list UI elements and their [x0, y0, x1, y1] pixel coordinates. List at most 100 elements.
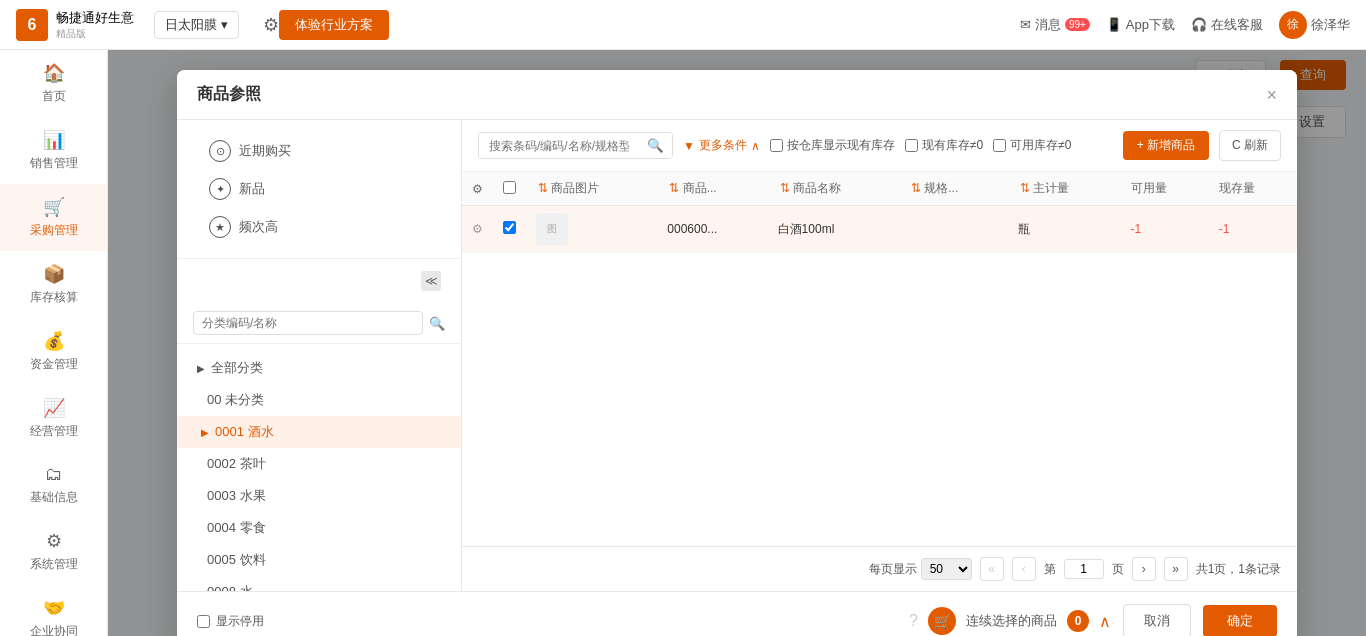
stock-nonzero-checkbox[interactable] [905, 139, 918, 152]
sidebar-item-basic-info[interactable]: 🗂 基础信息 [0, 452, 107, 518]
quick-new-product[interactable]: ✦ 新品 [193, 170, 445, 208]
message-label: 消息 [1035, 16, 1061, 34]
sidebar-item-finance[interactable]: 💰 资金管理 [0, 318, 107, 385]
collapse-cart-button[interactable]: ∧ [1099, 612, 1111, 631]
confirm-button[interactable]: 确定 [1203, 605, 1277, 636]
warehouse-stock-checkbox[interactable] [770, 139, 783, 152]
category-label: 0002 茶叶 [207, 455, 266, 473]
sidebar-item-operations[interactable]: 📈 经营管理 [0, 385, 107, 452]
td-gear[interactable]: ⚙ [462, 206, 493, 253]
freq-icon: ★ [209, 216, 231, 238]
nav-selector[interactable]: 日太阳膜 ▾ [154, 11, 239, 39]
product-search-input[interactable] [479, 134, 639, 158]
th-stock: 现存量 [1209, 172, 1297, 206]
sidebar-item-inventory[interactable]: 📦 库存核算 [0, 251, 107, 318]
phone-icon: 📱 [1106, 17, 1122, 32]
row-checkbox[interactable] [503, 221, 516, 234]
product-table-wrap: ⚙ ⇅ 商品图片 [462, 172, 1297, 546]
username: 徐泽华 [1311, 16, 1350, 34]
page-size-select[interactable]: 50 10 20 100 [921, 558, 972, 580]
new-icon: ✦ [209, 178, 231, 200]
message-icon: ✉ [1020, 17, 1031, 32]
cancel-button[interactable]: 取消 [1123, 604, 1191, 636]
category-0001[interactable]: ▶ 0001 酒水 [177, 416, 461, 448]
sidebar-item-home[interactable]: 🏠 首页 [0, 50, 107, 117]
category-list: ▶ 全部分类 00 未分类 ▶ 0001 酒水 0002 茶叶 [177, 344, 461, 591]
product-search-button[interactable]: 🔍 [639, 133, 672, 158]
td-checkbox[interactable] [493, 206, 526, 253]
sidebar-label: 资金管理 [30, 356, 78, 373]
category-0004[interactable]: 0004 零食 [177, 512, 461, 544]
category-0005[interactable]: 0005 饮料 [177, 544, 461, 576]
add-product-button[interactable]: + 新增商品 [1123, 131, 1209, 160]
sort-icon: ⇅ [1020, 181, 1030, 195]
modal-header: 商品参照 × [177, 70, 1297, 120]
refresh-button[interactable]: C 刷新 [1219, 130, 1281, 161]
chevron-down-icon: ▾ [221, 17, 228, 32]
logo-text: 畅捷通好生意 精品版 [56, 9, 134, 41]
product-reference-modal: 商品参照 × ⊙ 近期购买 ✦ [177, 70, 1297, 636]
available-nonzero-label: 可用库存≠0 [1010, 137, 1071, 154]
user-item[interactable]: 徐 徐泽华 [1279, 11, 1350, 39]
expand-icon: ▶ [197, 363, 205, 374]
category-0003[interactable]: 0003 水果 [177, 480, 461, 512]
help-icon[interactable]: ? [909, 612, 918, 630]
select-all-checkbox[interactable] [503, 181, 516, 194]
stock-nonzero-checkbox-wrap[interactable]: 现有库存≠0 [905, 137, 983, 154]
last-page-button[interactable]: » [1164, 557, 1188, 581]
category-search-input[interactable] [193, 311, 423, 335]
category-all[interactable]: ▶ 全部分类 [177, 352, 461, 384]
show-disabled-checkbox[interactable] [197, 615, 210, 628]
product-thumbnail: 图 [536, 213, 568, 245]
experience-btn[interactable]: 体验行业方案 [279, 10, 389, 40]
modal-overlay: 商品参照 × ⊙ 近期购买 ✦ [108, 50, 1366, 636]
show-disabled-wrap[interactable]: 显示停用 [197, 613, 264, 630]
enterprise-icon: 🤝 [43, 597, 65, 619]
category-label: 全部分类 [211, 359, 263, 377]
category-label: 0004 零食 [207, 519, 266, 537]
nav-selector-label: 日太阳膜 [165, 16, 217, 34]
sidebar-item-enterprise[interactable]: 🤝 企业协同 [0, 585, 107, 636]
sidebar-label: 库存核算 [30, 289, 78, 306]
td-stock: -1 [1209, 206, 1297, 253]
sidebar-item-system[interactable]: ⚙ 系统管理 [0, 518, 107, 585]
th-spec-label: 规格... [924, 181, 958, 195]
logo-name: 畅捷通好生意 [56, 9, 134, 27]
more-filter-button[interactable]: ▼ 更多条件 ∧ [683, 137, 760, 154]
category-search-icon[interactable]: 🔍 [429, 316, 445, 331]
modal-close-button[interactable]: × [1266, 86, 1277, 104]
th-image-label: 商品图片 [551, 181, 599, 195]
product-search-wrap: 🔍 [478, 132, 673, 159]
collapse-panel-button[interactable]: ≪ [421, 271, 441, 291]
category-0002[interactable]: 0002 茶叶 [177, 448, 461, 480]
message-item[interactable]: ✉ 消息 99+ [1020, 16, 1090, 34]
quick-recent-purchase[interactable]: ⊙ 近期购买 [193, 132, 445, 170]
available-nonzero-checkbox-wrap[interactable]: 可用库存≠0 [993, 137, 1071, 154]
prev-page-button[interactable]: ‹ [1012, 557, 1036, 581]
td-spec [899, 206, 1008, 253]
top-nav: 6 畅捷通好生意 精品版 日太阳膜 ▾ ⚙ 体验行业方案 ✉ 消息 99+ 📱 … [0, 0, 1366, 50]
quick-high-frequency[interactable]: ★ 频次高 [193, 208, 445, 246]
first-page-button[interactable]: « [980, 557, 1004, 581]
warehouse-stock-checkbox-wrap[interactable]: 按仓库显示现有库存 [770, 137, 895, 154]
table-header-row: ⚙ ⇅ 商品图片 [462, 172, 1297, 206]
gear-icon[interactable]: ⚙ [263, 14, 279, 36]
next-page-button[interactable]: › [1132, 557, 1156, 581]
sales-icon: 📊 [43, 129, 65, 151]
row-gear-icon: ⚙ [472, 222, 483, 236]
table-row[interactable]: ⚙ 图 000600... 白酒100ml [462, 206, 1297, 253]
basic-info-icon: 🗂 [45, 464, 63, 485]
th-code-label: 商品... [683, 181, 717, 195]
sidebar-item-purchase[interactable]: 🛒 采购管理 [0, 184, 107, 251]
gear-icon[interactable]: ⚙ [472, 182, 483, 196]
page-number-input[interactable] [1064, 559, 1104, 579]
th-unit: ⇅ 主计量 [1008, 172, 1120, 206]
cart-button[interactable]: 🛒 [928, 607, 956, 635]
available-nonzero-checkbox[interactable] [993, 139, 1006, 152]
app-download-item[interactable]: 📱 App下载 [1106, 16, 1175, 34]
sidebar-item-sales[interactable]: 📊 销售管理 [0, 117, 107, 184]
recent-icon: ⊙ [209, 140, 231, 162]
service-item[interactable]: 🎧 在线客服 [1191, 16, 1263, 34]
category-00[interactable]: 00 未分类 [177, 384, 461, 416]
category-0008[interactable]: 0008 水 [177, 576, 461, 591]
